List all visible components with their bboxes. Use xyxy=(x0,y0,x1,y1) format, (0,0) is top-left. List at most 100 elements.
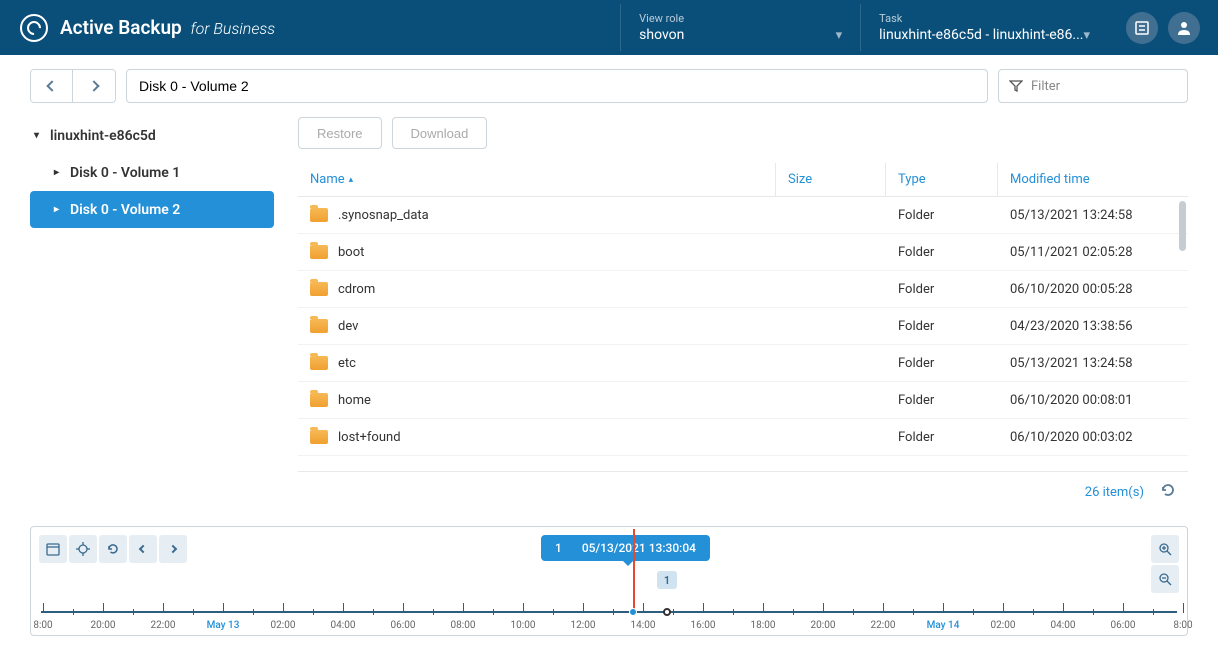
timeline-label: 02:00 xyxy=(991,620,1016,631)
folder-icon xyxy=(310,430,328,444)
timeline-tick-minor xyxy=(673,609,674,615)
file-type: Folder xyxy=(886,319,998,334)
timeline-tick-minor xyxy=(613,609,614,615)
snapshot-dot-selected[interactable] xyxy=(629,608,637,616)
file-modified: 05/13/2021 13:24:58 xyxy=(998,208,1188,223)
timeline-tick-minor xyxy=(193,609,194,615)
timeline-label: 8:00 xyxy=(1173,620,1192,631)
timeline-tick xyxy=(1063,603,1064,613)
title-part: Backup xyxy=(118,16,182,39)
tree-label: Disk 0 - Volume 2 xyxy=(70,202,180,218)
timeline-label: 06:00 xyxy=(1111,620,1136,631)
target-button[interactable] xyxy=(69,535,97,563)
file-modified: 06/10/2020 00:03:02 xyxy=(998,430,1188,445)
prev-button[interactable] xyxy=(129,535,157,563)
column-name[interactable]: Name▴ xyxy=(298,163,776,196)
path-input[interactable] xyxy=(126,69,988,103)
timeline-tick xyxy=(163,603,164,613)
timeline-tick xyxy=(223,603,224,613)
file-name: boot xyxy=(338,245,364,260)
folder-icon xyxy=(310,282,328,296)
timeline-tick-minor xyxy=(1153,609,1154,615)
file-modified: 06/10/2020 00:08:01 xyxy=(998,393,1188,408)
tree-item-disk[interactable]: ▸Disk 0 - Volume 1 xyxy=(30,154,274,191)
task-dropdown[interactable]: Task linuxhint-e86c5d - linuxhint-e86...… xyxy=(860,4,1108,51)
sidebar-tree: ▾ linuxhint-e86c5d ▸Disk 0 - Volume 1 ▸ Di… xyxy=(30,117,274,512)
file-name: etc xyxy=(338,356,356,371)
table-row[interactable]: .synosnap_dataFolder05/13/2021 13:24:58 xyxy=(298,197,1188,234)
timeline-label: 12:00 xyxy=(571,620,596,631)
timeline-tick xyxy=(583,603,584,613)
file-type: Folder xyxy=(886,245,998,260)
table-row[interactable]: etcFolder05/13/2021 13:24:58 xyxy=(298,345,1188,382)
restore-button[interactable]: Restore xyxy=(298,117,382,149)
folder-icon xyxy=(310,319,328,333)
table-row[interactable]: homeFolder06/10/2020 00:08:01 xyxy=(298,382,1188,419)
timeline-tick-minor xyxy=(733,609,734,615)
refresh-timeline-button[interactable] xyxy=(99,535,127,563)
timeline-label: 18:00 xyxy=(751,620,776,631)
timeline-label: 04:00 xyxy=(331,620,356,631)
tree-root[interactable]: ▾ linuxhint-e86c5d xyxy=(30,117,274,154)
tree-item-disk[interactable]: ▸ Disk 0 - Volume 2 xyxy=(30,191,274,228)
file-type: Folder xyxy=(886,430,998,445)
scrollbar[interactable] xyxy=(1179,201,1186,251)
file-table: Name▴ Size Type Modified time .synosnap_… xyxy=(298,163,1188,472)
user-icon[interactable] xyxy=(1168,12,1200,44)
expand-icon: ▸ xyxy=(54,204,64,215)
timeline-tick-minor xyxy=(313,609,314,615)
timeline[interactable]: 1 05/13/2021 13:30:04 1 8:0020:0022:00Ma… xyxy=(30,526,1188,636)
filter-icon xyxy=(1009,79,1023,93)
chevron-down-icon: ▾ xyxy=(1083,28,1090,43)
nav-back-button[interactable] xyxy=(31,70,73,102)
dropdown-value: shovon xyxy=(639,27,684,43)
table-row[interactable]: boot Folder05/11/2021 02:05:28 xyxy=(298,234,1188,271)
timeline-tick xyxy=(43,603,44,613)
nav-forward-button[interactable] xyxy=(73,70,115,102)
chevron-down-icon: ▾ xyxy=(836,28,843,43)
timeline-tick xyxy=(463,603,464,613)
timeline-tooltip: 1 05/13/2021 13:30:04 xyxy=(541,535,710,561)
nav-group xyxy=(30,69,116,103)
file-type: Folder xyxy=(886,356,998,371)
title-part: Active xyxy=(60,16,114,39)
timeline-label: 20:00 xyxy=(91,620,116,631)
view-role-dropdown[interactable]: View role shovon ▾ xyxy=(620,4,860,51)
column-type[interactable]: Type xyxy=(886,163,998,196)
timeline-cursor[interactable] xyxy=(633,529,635,611)
table-row[interactable]: devFolder04/23/2020 13:38:56 xyxy=(298,308,1188,345)
table-row[interactable]: lost+foundFolder06/10/2020 00:03:02 xyxy=(298,419,1188,456)
snapshot-dot[interactable] xyxy=(663,608,671,616)
zoom-in-button[interactable] xyxy=(1151,535,1179,563)
column-modified[interactable]: Modified time xyxy=(998,163,1188,196)
timeline-tick xyxy=(1183,603,1184,613)
folder-icon xyxy=(310,208,328,222)
timeline-marker[interactable]: 1 xyxy=(657,571,677,589)
timeline-tick xyxy=(883,603,884,613)
column-size[interactable]: Size xyxy=(776,163,886,196)
log-icon[interactable] xyxy=(1126,12,1158,44)
file-type: Folder xyxy=(886,208,998,223)
calendar-button[interactable] xyxy=(39,535,67,563)
timeline-tick-minor xyxy=(1033,609,1034,615)
timeline-tick xyxy=(703,603,704,613)
timeline-tick-minor xyxy=(913,609,914,615)
timeline-tick xyxy=(403,603,404,613)
file-name: dev xyxy=(338,319,358,334)
zoom-out-button[interactable] xyxy=(1151,565,1179,593)
file-modified: 05/11/2021 02:05:28 xyxy=(998,245,1188,260)
table-row[interactable]: cdromFolder06/10/2020 00:05:28 xyxy=(298,271,1188,308)
filter-input[interactable]: Filter xyxy=(998,69,1188,103)
timeline-label: 8:00 xyxy=(33,620,52,631)
download-button[interactable]: Download xyxy=(392,117,488,149)
refresh-icon[interactable] xyxy=(1160,482,1176,502)
timeline-tick xyxy=(343,603,344,613)
timeline-tick xyxy=(283,603,284,613)
tree-label: linuxhint-e86c5d xyxy=(50,128,156,144)
next-button[interactable] xyxy=(159,535,187,563)
dropdown-label: Task xyxy=(879,12,1090,25)
timeline-axis xyxy=(41,611,1177,613)
dropdown-value: linuxhint-e86c5d - linuxhint-e86... xyxy=(879,27,1083,43)
file-type: Folder xyxy=(886,282,998,297)
timeline-label: 14:00 xyxy=(631,620,656,631)
